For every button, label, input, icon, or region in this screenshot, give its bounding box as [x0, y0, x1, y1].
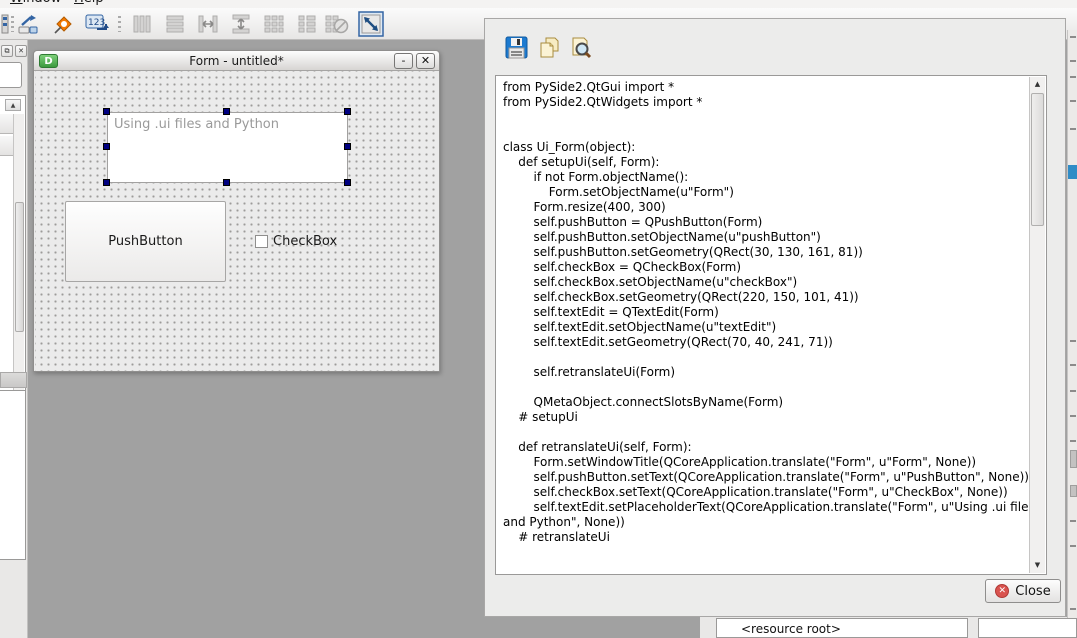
widget-category-row[interactable]: [0, 114, 13, 134]
selection-handle[interactable]: [223, 108, 230, 115]
checkbox-indicator[interactable]: [255, 235, 268, 248]
edit-tab-order-icon[interactable]: 123: [84, 11, 110, 37]
edit-buddies-icon[interactable]: [51, 11, 77, 37]
menubar: Window Help: [0, 0, 1077, 8]
widget-box-scrollbar[interactable]: [13, 114, 24, 392]
form-window-title: Form - untitled*: [189, 54, 283, 68]
selection-handle[interactable]: [344, 108, 351, 115]
scrollbar-thumb[interactable]: [1070, 450, 1077, 468]
adjust-size-icon[interactable]: [358, 11, 384, 37]
code-text-area[interactable]: from PySide2.QtGui import * from PySide2…: [495, 75, 1047, 575]
dock-float-icon[interactable]: ⧉: [1, 45, 13, 57]
close-button-label: Close: [1015, 584, 1050, 599]
selection-handle[interactable]: [103, 179, 110, 186]
toolbar-separator: [11, 16, 14, 32]
layout-vertical-splitter-icon[interactable]: [228, 11, 254, 37]
minimize-button[interactable]: -: [394, 53, 413, 69]
scroll-up-icon[interactable]: ▲: [5, 99, 21, 111]
svg-text:123: 123: [88, 18, 105, 28]
copy-icon[interactable]: [537, 36, 563, 62]
object-inspector-dock: [0, 390, 26, 560]
close-dialog-button[interactable]: ✕ Close: [985, 579, 1061, 603]
layout-form-icon[interactable]: [294, 11, 320, 37]
generated-python-code[interactable]: from PySide2.QtGui import * from PySide2…: [497, 77, 1029, 573]
widget-box-list[interactable]: ▲: [0, 95, 26, 395]
checkbox-label: CheckBox: [273, 234, 337, 249]
pushbutton-widget[interactable]: PushButton: [65, 201, 226, 282]
close-button[interactable]: ✕: [416, 53, 435, 69]
selected-property-row[interactable]: [1068, 165, 1077, 179]
scrollbar-thumb[interactable]: [1031, 93, 1044, 226]
widget-box-dock: ⧉ ✕ ▲: [0, 40, 28, 638]
checkbox-widget[interactable]: CheckBox: [255, 221, 356, 262]
widget-category-row[interactable]: [0, 136, 13, 156]
form-window-titlebar[interactable]: D Form - untitled* - ✕: [34, 51, 439, 71]
resource-detail-panel[interactable]: [978, 618, 1077, 638]
layout-horizontal-splitter-icon[interactable]: [195, 11, 221, 37]
menu-help[interactable]: Help: [74, 0, 104, 6]
textedit-widget[interactable]: Using .ui files and Python: [107, 112, 348, 183]
designer-form-icon: D: [39, 54, 58, 68]
find-icon[interactable]: [569, 36, 595, 62]
widget-filter-input[interactable]: [0, 62, 22, 88]
dock-close-icon[interactable]: ✕: [15, 45, 27, 57]
layout-vertical-icon[interactable]: [162, 11, 188, 37]
selection-handle[interactable]: [103, 143, 110, 150]
form-canvas[interactable]: Using .ui files and Python PushButton Ch…: [35, 71, 438, 371]
dock-splitter[interactable]: [0, 372, 27, 388]
resource-browser-dock: <resource root>: [700, 617, 1077, 638]
selection-handle[interactable]: [223, 179, 230, 186]
scrollbar-thumb[interactable]: [1070, 485, 1077, 497]
form-window[interactable]: D Form - untitled* - ✕ Using .ui files a…: [33, 50, 440, 372]
edit-signals-slots-icon[interactable]: [15, 11, 41, 37]
selection-handle[interactable]: [344, 179, 351, 186]
selection-handle[interactable]: [344, 143, 351, 150]
resource-tree[interactable]: <resource root>: [716, 618, 968, 638]
close-circle-icon: ✕: [995, 584, 1009, 598]
break-layout-icon[interactable]: [324, 11, 350, 37]
scroll-up-icon[interactable]: ▲: [1030, 77, 1045, 92]
toolbar-separator: [118, 16, 121, 32]
layout-horizontal-icon[interactable]: [129, 11, 155, 37]
resource-root-item[interactable]: <resource root>: [741, 622, 841, 636]
menu-window[interactable]: Window: [10, 0, 61, 6]
code-preview-dialog: from PySide2.QtGui import * from PySide2…: [484, 18, 1066, 617]
property-editor-sliver: [1067, 30, 1077, 618]
scrollbar-thumb[interactable]: [15, 202, 24, 332]
selection-handle[interactable]: [103, 108, 110, 115]
layout-grid-icon[interactable]: [261, 11, 287, 37]
scroll-down-icon[interactable]: ▼: [1030, 558, 1045, 573]
save-icon[interactable]: [505, 36, 531, 62]
code-scrollbar[interactable]: ▲ ▼: [1029, 77, 1045, 573]
